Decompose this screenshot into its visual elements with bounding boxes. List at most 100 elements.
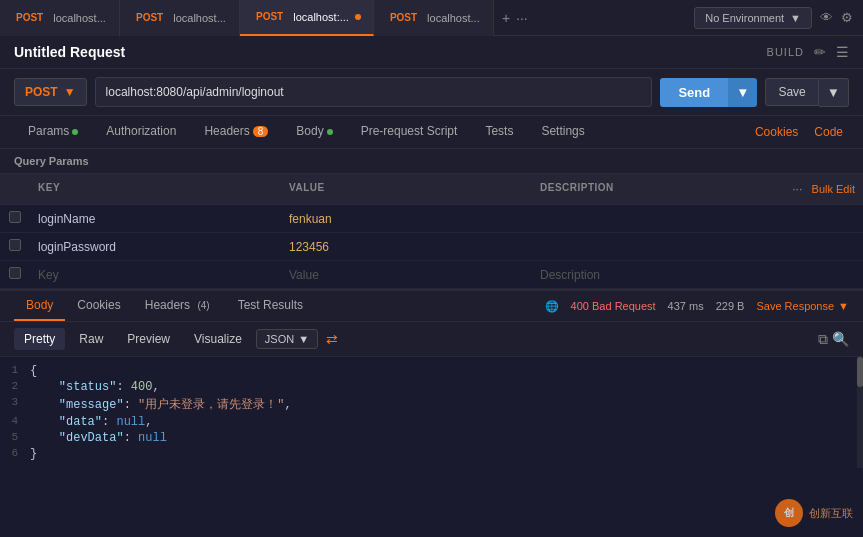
eye-icon[interactable]: 👁 xyxy=(820,10,833,25)
bulk-edit-button[interactable]: Bulk Edit xyxy=(812,183,855,195)
save-response-button[interactable]: Save Response ▼ xyxy=(756,300,849,312)
row2-checkbox[interactable] xyxy=(0,233,30,260)
save-button-group: Save ▼ xyxy=(765,78,849,107)
env-label: No Environment xyxy=(705,12,784,24)
preview-view-button[interactable]: Preview xyxy=(117,328,180,350)
build-label: BUILD xyxy=(767,46,804,58)
params-table: KEY VALUE DESCRIPTION ··· Bulk Edit logi… xyxy=(0,174,863,289)
globe-icon: 🌐 xyxy=(545,300,559,313)
description-icon[interactable]: ☰ xyxy=(836,44,849,60)
row3-description[interactable]: Description xyxy=(532,262,783,288)
resp-tab-test-results[interactable]: Test Results xyxy=(226,291,315,321)
actions-col-header: ··· Bulk Edit xyxy=(783,178,863,200)
method-chevron-icon: ▼ xyxy=(64,85,76,99)
scrollbar-track[interactable] xyxy=(857,357,863,468)
body-dot xyxy=(327,129,333,135)
resp-tab-headers[interactable]: Headers (4) xyxy=(133,291,226,321)
row3-checkbox[interactable] xyxy=(0,261,30,288)
table-header: KEY VALUE DESCRIPTION ··· Bulk Edit xyxy=(0,174,863,205)
row1-value[interactable]: fenkuan xyxy=(281,206,532,232)
resp-headers-badge: (4) xyxy=(193,300,213,311)
format-dropdown[interactable]: JSON ▼ xyxy=(256,329,318,349)
tab-1-title: localhost... xyxy=(53,12,106,24)
code-line-3: 3 "message": "用户未登录，请先登录！", xyxy=(0,395,863,414)
tab-4-title: localhost... xyxy=(427,12,480,24)
watermark-logo: 创 xyxy=(775,499,803,527)
key-col-header: KEY xyxy=(30,178,281,200)
tab-params[interactable]: Params xyxy=(14,116,92,148)
url-bar: POST ▼ Send ▼ Save ▼ xyxy=(0,69,863,116)
row2-key[interactable]: loginPassword xyxy=(30,234,281,260)
more-tabs-button[interactable]: ··· xyxy=(516,10,528,26)
method-label: POST xyxy=(25,85,58,99)
send-dropdown-button[interactable]: ▼ xyxy=(728,78,757,107)
params-dot xyxy=(72,129,78,135)
row3-value[interactable]: Value xyxy=(281,262,532,288)
tab-authorization[interactable]: Authorization xyxy=(92,116,190,148)
cookies-link[interactable]: Cookies xyxy=(749,117,804,147)
code-line-1: 1 { xyxy=(0,363,863,379)
request-title: Untitled Request xyxy=(14,44,125,60)
save-button[interactable]: Save xyxy=(765,78,818,106)
row1-checkbox[interactable] xyxy=(0,205,30,232)
environment-dropdown[interactable]: No Environment ▼ xyxy=(694,7,812,29)
table-row: loginPassword 123456 xyxy=(0,233,863,261)
row1-description[interactable] xyxy=(532,213,783,225)
wrap-icon[interactable]: ⇄ xyxy=(326,331,338,347)
tab-3-title: localhost:... xyxy=(293,11,349,23)
tab-headers[interactable]: Headers8 xyxy=(190,116,282,148)
method-dropdown[interactable]: POST ▼ xyxy=(14,78,87,106)
checkbox-icon[interactable] xyxy=(9,211,21,223)
tab-3[interactable]: POST localhost:... xyxy=(240,0,374,36)
tab-3-dot xyxy=(355,14,361,20)
resp-tab-body[interactable]: Body xyxy=(14,291,65,321)
tab-4-method: POST xyxy=(386,11,421,24)
table-more-icon[interactable]: ··· xyxy=(792,182,802,196)
row2-value[interactable]: 123456 xyxy=(281,234,532,260)
checkbox-icon[interactable] xyxy=(9,267,21,279)
send-button[interactable]: Send xyxy=(660,78,728,107)
tab-actions: + ··· xyxy=(494,10,536,26)
checkbox-icon[interactable] xyxy=(9,239,21,251)
visualize-view-button[interactable]: Visualize xyxy=(184,328,252,350)
tab-tests[interactable]: Tests xyxy=(471,116,527,148)
tab-2[interactable]: POST localhost... xyxy=(120,0,240,36)
settings-icon[interactable]: ⚙ xyxy=(841,10,853,25)
response-size: 229 B xyxy=(716,300,745,312)
tab-prerequest[interactable]: Pre-request Script xyxy=(347,116,472,148)
tab-1-method: POST xyxy=(12,11,47,24)
save-response-label: Save Response xyxy=(756,300,834,312)
raw-view-button[interactable]: Raw xyxy=(69,328,113,350)
table-row: Key Value Description xyxy=(0,261,863,289)
pretty-view-button[interactable]: Pretty xyxy=(14,328,65,350)
row3-key[interactable]: Key xyxy=(30,262,281,288)
query-params-section: Query Params xyxy=(0,149,863,174)
tab-4[interactable]: POST localhost... xyxy=(374,0,494,36)
response-time: 437 ms xyxy=(668,300,704,312)
resp-tab-cookies[interactable]: Cookies xyxy=(65,291,132,321)
add-tab-button[interactable]: + xyxy=(502,10,510,26)
response-section: Body Cookies Headers (4) Test Results 🌐 … xyxy=(0,289,863,468)
tab-1[interactable]: POST localhost... xyxy=(0,0,120,36)
response-status-area: 🌐 400 Bad Request 437 ms 229 B Save Resp… xyxy=(545,300,849,313)
request-tabs: Params Authorization Headers8 Body Pre-r… xyxy=(0,116,863,149)
env-chevron-icon: ▼ xyxy=(790,12,801,24)
desc-col-header: DESCRIPTION xyxy=(532,178,783,200)
save-dropdown-button[interactable]: ▼ xyxy=(819,78,849,107)
scrollbar-thumb[interactable] xyxy=(857,357,863,387)
edit-icon[interactable]: ✏ xyxy=(814,44,826,60)
copy-icon[interactable]: ⧉ xyxy=(818,331,828,348)
tab-body[interactable]: Body xyxy=(282,116,346,148)
code-link[interactable]: Code xyxy=(808,117,849,147)
url-input[interactable] xyxy=(95,77,653,107)
row1-actions xyxy=(783,213,863,225)
build-area: BUILD ✏ ☰ xyxy=(767,44,849,60)
row2-description[interactable] xyxy=(532,241,783,253)
row2-actions xyxy=(783,241,863,253)
search-icon[interactable]: 🔍 xyxy=(832,331,849,347)
row1-key[interactable]: loginName xyxy=(30,206,281,232)
watermark: 创 创新互联 xyxy=(775,499,853,527)
tab-3-method: POST xyxy=(252,10,287,23)
request-title-bar: Untitled Request BUILD ✏ ☰ xyxy=(0,36,863,69)
tab-settings[interactable]: Settings xyxy=(527,116,598,148)
